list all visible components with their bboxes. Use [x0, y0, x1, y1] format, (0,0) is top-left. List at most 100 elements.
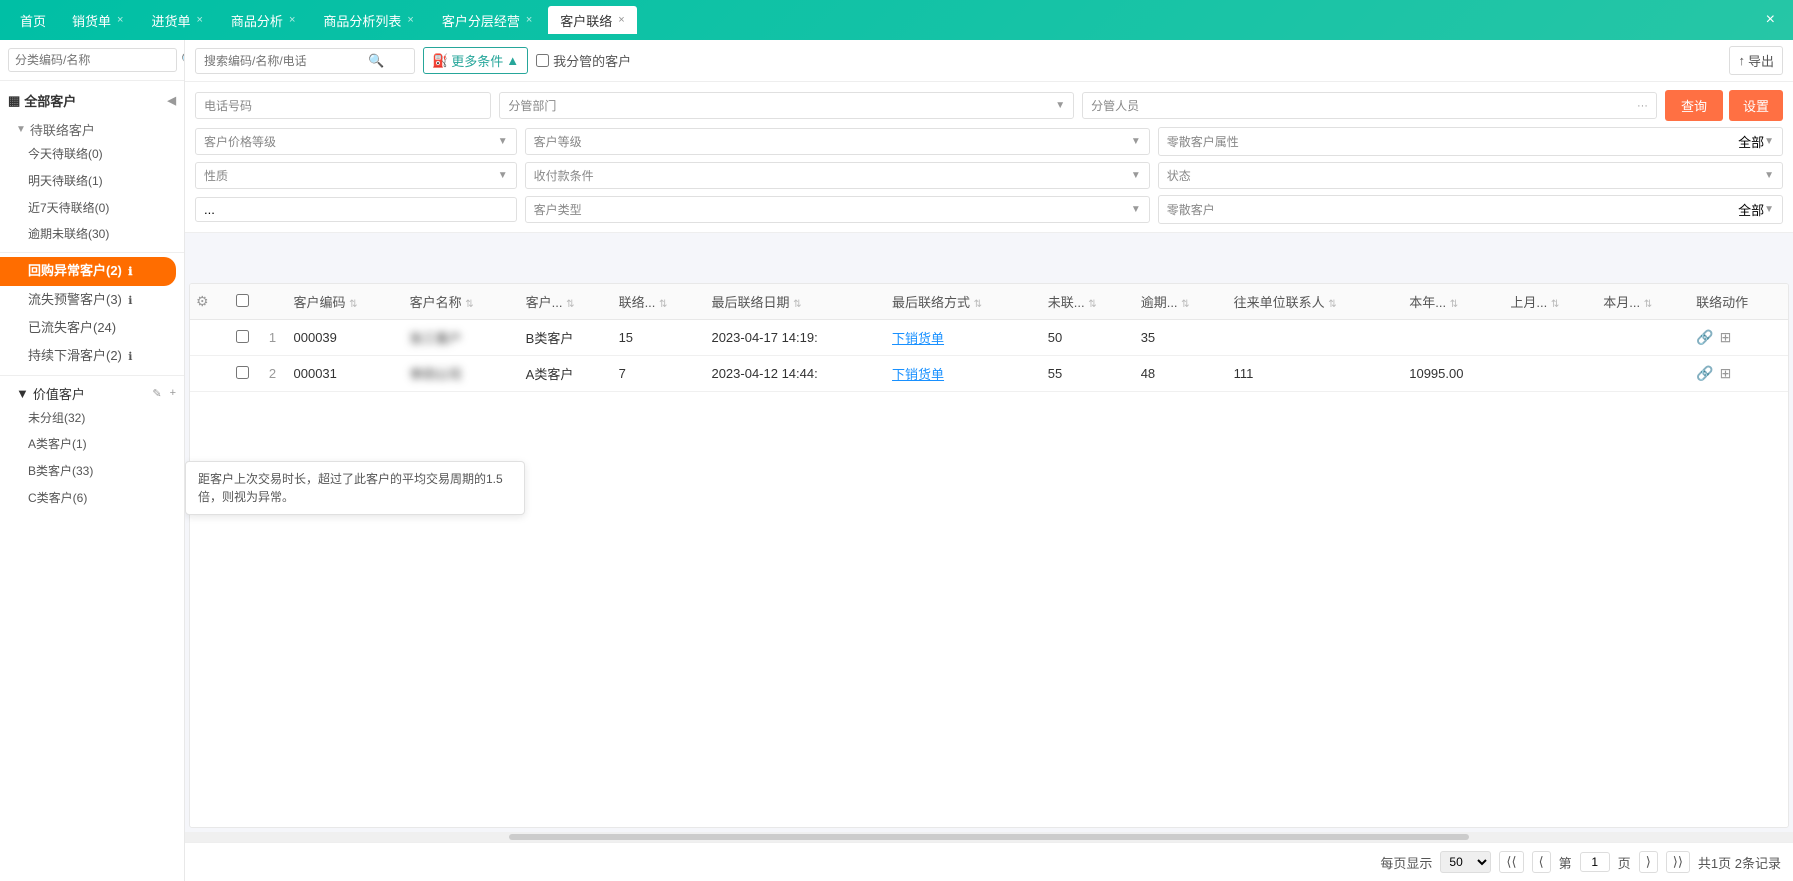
contact-method-link-0[interactable]: 下销货单 — [892, 331, 944, 346]
settings-button[interactable]: 设置 — [1729, 90, 1783, 121]
link-action-icon-0[interactable]: 🔗 — [1696, 329, 1713, 346]
nav-tab-product-analysis-list[interactable]: 商品分析列表 × — [311, 6, 425, 34]
sidebar-item-b-class[interactable]: B类客户(33) — [0, 458, 184, 485]
nav-tab-sales[interactable]: 销货单 × — [60, 6, 135, 34]
my-customers-checkbox[interactable] — [536, 54, 549, 67]
th-checkbox[interactable] — [228, 284, 258, 320]
contact-method-link-1[interactable]: 下销货单 — [892, 367, 944, 382]
filter-customer-level[interactable]: 客户等级 ▼ — [525, 128, 1150, 155]
retail-attr-arrow[interactable]: ▼ — [1764, 136, 1774, 147]
cell-checkbox-1[interactable] — [228, 356, 258, 392]
sidebar-item-c-class[interactable]: C类客户(6) — [0, 485, 184, 512]
scrollbar-thumb[interactable] — [509, 834, 1469, 840]
unreached-sort-icon[interactable]: ⇅ — [1088, 299, 1096, 310]
close-sales-tab[interactable]: × — [117, 14, 123, 26]
sidebar-search-input[interactable] — [8, 48, 177, 72]
filter-phone[interactable]: 电话号码 — [195, 92, 491, 119]
year-sort-icon[interactable]: ⇅ — [1450, 299, 1458, 310]
nav-tab-customer-tier[interactable]: 客户分层经营 × — [430, 6, 544, 34]
contact-sort-icon[interactable]: ⇅ — [659, 299, 667, 310]
search-box[interactable]: 🔍 — [195, 48, 415, 74]
nav-tab-customer-contact[interactable]: 客户联络 × — [548, 6, 636, 34]
first-page-button[interactable]: ⟨⟨ — [1499, 851, 1523, 873]
data-table-wrapper[interactable]: ⚙ 客户编码 ⇅ 客户名称 ⇅ — [189, 283, 1789, 828]
th-this-month[interactable]: 本月... ⇅ — [1597, 284, 1690, 320]
sidebar-item-tomorrow[interactable]: 明天待联络(1) — [0, 168, 184, 195]
filter-gender[interactable]: 性质 ▼ — [195, 162, 517, 189]
sidebar-item-losing[interactable]: 流失预警客户(3) ℹ — [0, 286, 184, 314]
th-last-contact-date[interactable]: 最后联络日期 ⇅ — [705, 284, 886, 320]
nav-tab-purchase[interactable]: 进货单 × — [139, 6, 214, 34]
sidebar-item-overdue[interactable]: 逾期未联络(30) — [0, 221, 184, 248]
code-sort-icon[interactable]: ⇅ — [349, 299, 357, 310]
search-input[interactable] — [204, 54, 364, 68]
sidebar-item-a-class[interactable]: A类客户(1) — [0, 431, 184, 458]
search-icon[interactable]: 🔍 — [368, 53, 384, 69]
payment-arrow[interactable]: ▼ — [1131, 170, 1141, 181]
page-number-input[interactable] — [1580, 852, 1610, 872]
close-purchase-tab[interactable]: × — [196, 14, 202, 26]
qr-action-icon-1[interactable]: ⊞ — [1720, 365, 1732, 382]
close-product-analysis-tab[interactable]: × — [289, 14, 295, 26]
close-product-analysis-list-tab[interactable]: × — [407, 14, 413, 26]
prev-page-button[interactable]: ⟨ — [1532, 851, 1551, 873]
category-sort-icon[interactable]: ⇅ — [566, 299, 574, 310]
edit-icon[interactable]: ✎ — [152, 387, 161, 400]
filter-person[interactable]: 分管人员 ··· — [1082, 92, 1657, 119]
window-close-button[interactable]: × — [1758, 11, 1783, 29]
filter-status[interactable]: 状态 ▼ — [1158, 162, 1783, 189]
name-sort-icon[interactable]: ⇅ — [465, 299, 473, 310]
th-unreached[interactable]: 未联... ⇅ — [1042, 284, 1135, 320]
close-customer-contact-tab[interactable]: × — [618, 14, 624, 26]
th-overdue[interactable]: 逾期... ⇅ — [1135, 284, 1228, 320]
close-customer-tier-tab[interactable]: × — [526, 14, 532, 26]
filter-retail-attr[interactable]: 零散客户属性 全部 ▼ — [1158, 127, 1783, 156]
date-sort-icon[interactable]: ⇅ — [793, 299, 801, 310]
method-sort-icon[interactable]: ⇅ — [974, 299, 982, 310]
th-last-contact-method[interactable]: 最后联络方式 ⇅ — [886, 284, 1042, 320]
filter-price-level[interactable]: 客户价格等级 ▼ — [195, 128, 517, 155]
more-conditions-button[interactable]: ⛽ 更多条件 ▲ — [423, 47, 528, 74]
th-settings[interactable]: ⚙ — [190, 284, 228, 320]
th-code[interactable]: 客户编码 ⇅ — [288, 284, 404, 320]
filter-payment[interactable]: 收付款条件 ▼ — [525, 162, 1150, 189]
sidebar-item-declining[interactable]: 持续下滑客户(2) ℹ — [0, 342, 184, 370]
customer-type-arrow[interactable]: ▼ — [1131, 204, 1141, 215]
status-arrow[interactable]: ▼ — [1764, 170, 1774, 181]
filter-retail-customer[interactable]: 零散客户 全部 ▼ — [1158, 195, 1783, 224]
sidebar-waiting-group[interactable]: ▼ 待联络客户 — [0, 116, 184, 141]
th-this-year[interactable]: 本年... ⇅ — [1403, 284, 1504, 320]
nav-tab-home[interactable]: 首页 — [10, 11, 56, 30]
filter-customer-type[interactable]: 客户类型 ▼ — [525, 196, 1150, 223]
customer-level-arrow[interactable]: ▼ — [1131, 136, 1141, 147]
th-partner-contact[interactable]: 往来单位联系人 ⇅ — [1228, 284, 1404, 320]
horizontal-scrollbar[interactable] — [185, 832, 1793, 842]
dept-dropdown-arrow[interactable]: ▼ — [1055, 100, 1065, 111]
per-page-select[interactable]: 50 10 20 100 — [1440, 851, 1491, 873]
th-last-month[interactable]: 上月... ⇅ — [1504, 284, 1597, 320]
export-button[interactable]: ↑ 导出 — [1729, 46, 1783, 75]
sidebar-all-customers[interactable]: ▦ 全部客户 ◀ — [0, 85, 184, 116]
add-icon[interactable]: + — [170, 387, 176, 399]
query-button[interactable]: 查询 — [1665, 90, 1723, 121]
lm-sort-icon[interactable]: ⇅ — [1551, 299, 1559, 310]
last-page-button[interactable]: ⟩⟩ — [1666, 851, 1690, 873]
tm-sort-icon[interactable]: ⇅ — [1644, 299, 1652, 310]
row-checkbox-0[interactable] — [236, 330, 249, 343]
th-category[interactable]: 客户... ⇅ — [520, 284, 613, 320]
partner-sort-icon[interactable]: ⇅ — [1328, 299, 1336, 310]
filter-more-btn[interactable]: ... — [195, 197, 517, 222]
next-page-button[interactable]: ⟩ — [1639, 851, 1658, 873]
sidebar-item-ungroup[interactable]: 未分组(32) — [0, 405, 184, 432]
sidebar-item-7days[interactable]: 近7天待联络(0) — [0, 195, 184, 222]
price-level-arrow[interactable]: ▼ — [498, 136, 508, 147]
nav-tab-product-analysis[interactable]: 商品分析 × — [219, 6, 307, 34]
sidebar-item-lost[interactable]: 已流失客户(24) — [0, 314, 184, 342]
sidebar-item-repurchase-abnormal[interactable]: 回购异常客户(2) ℹ — [0, 257, 176, 285]
link-action-icon-1[interactable]: 🔗 — [1696, 365, 1713, 382]
column-settings-icon[interactable]: ⚙ — [196, 293, 209, 309]
qr-action-icon-0[interactable]: ⊞ — [1720, 329, 1732, 346]
overdue-sort-icon[interactable]: ⇅ — [1181, 299, 1189, 310]
cell-method-0[interactable]: 下销货单 — [886, 320, 1042, 356]
person-more-btn[interactable]: ··· — [1637, 100, 1648, 112]
